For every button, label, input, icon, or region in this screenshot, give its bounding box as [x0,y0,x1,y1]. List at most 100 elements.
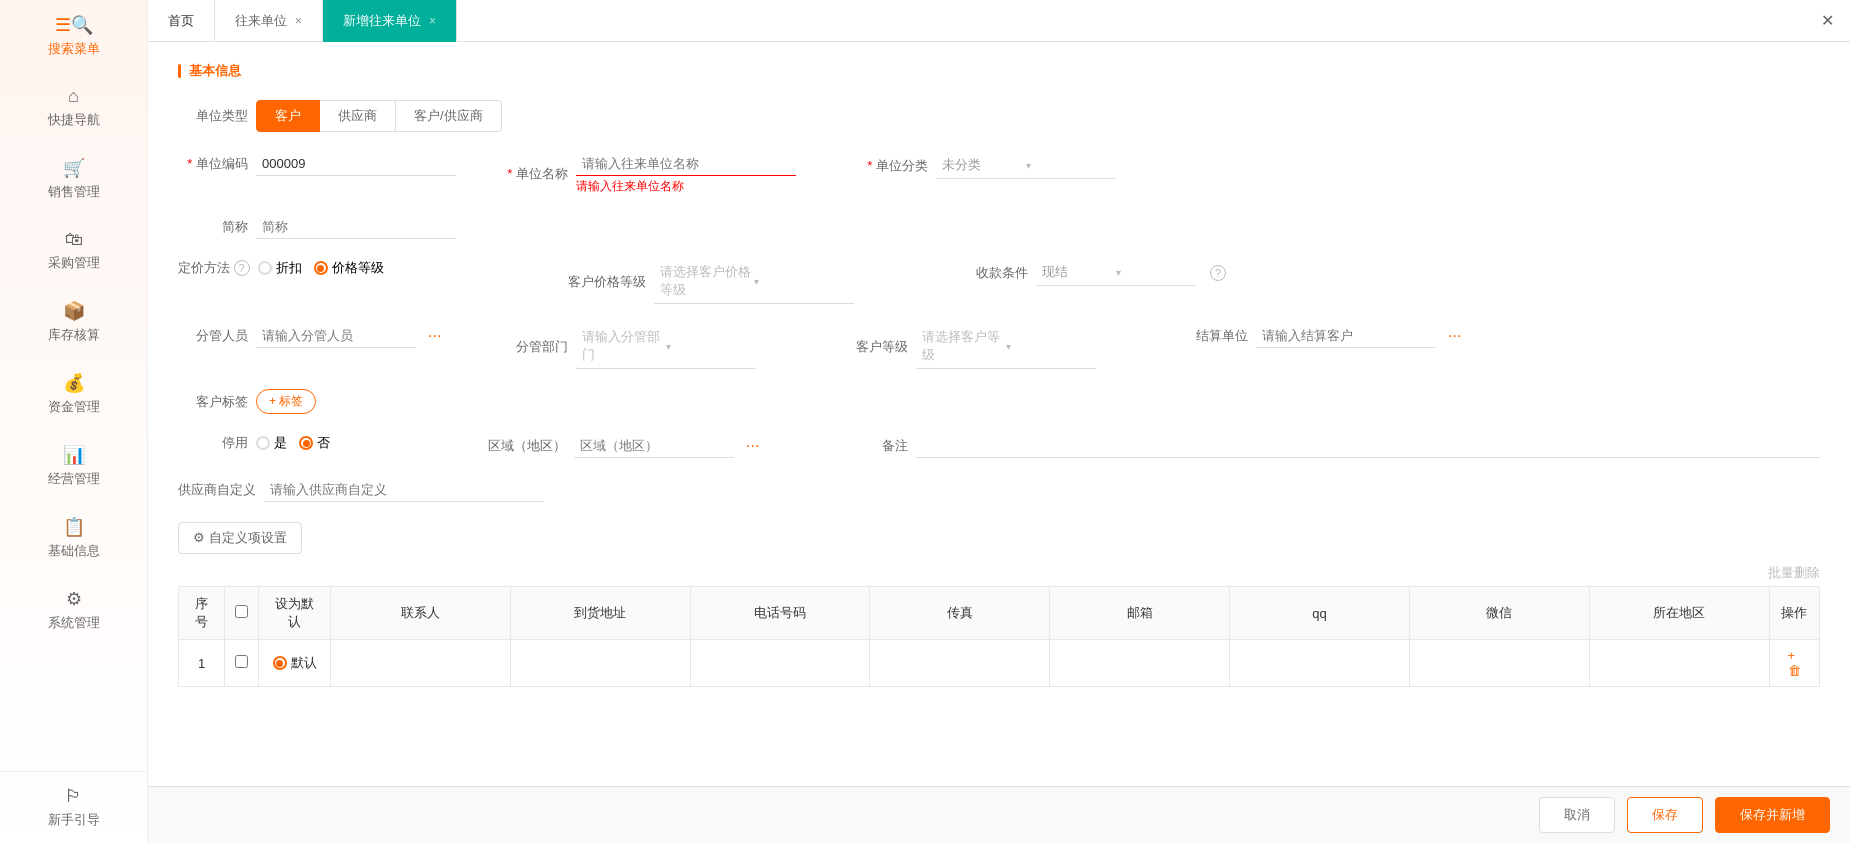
pricing-help-icon[interactable]: ? [234,260,250,276]
payment-terms-group: 收款条件 现结 ▾ ? [958,259,1820,286]
tab-partner-close[interactable]: × [295,14,302,28]
payment-help-icon[interactable]: ? [1210,265,1226,281]
td-email[interactable] [1050,640,1230,687]
short-name-input[interactable] [256,215,456,239]
td-contact[interactable] [330,640,510,687]
pricing-radio-discount[interactable]: 折扣 [258,259,302,277]
pricing-method-label: 定价方法 ? [178,259,250,277]
pricing-radio-group: 折扣 价格等级 [258,259,384,277]
department-select[interactable]: 请输入分管部门 ▾ [576,324,756,369]
disabled-radio-yes[interactable]: 是 [256,434,287,452]
pricing-radio-price-level[interactable]: 价格等级 [314,259,384,277]
main-area: 首页 往来单位 × 新增往来单位 × ✕ 基本信息 单位类型 客户 供应商 [148,0,1850,843]
qq-input[interactable] [1240,656,1399,671]
region-input[interactable] [574,434,734,458]
customer-price-level-select[interactable]: 请选择客户价格等级 ▾ [654,259,854,304]
sidebar-item-system[interactable]: ⚙ 系统管理 [0,574,147,646]
disabled-radio-no[interactable]: 否 [299,434,330,452]
td-qq[interactable] [1230,640,1410,687]
save-button[interactable]: 保存 [1627,797,1703,833]
supplier-custom-row: 供应商自定义 [178,478,1820,502]
unit-name-input[interactable] [576,152,796,176]
row-delete-btn[interactable]: 🗑 [1788,663,1801,678]
td-check[interactable] [225,640,259,687]
settlement-unit-input[interactable] [1256,324,1436,348]
address-input[interactable] [521,656,680,671]
td-fax[interactable] [870,640,1050,687]
row-checkbox[interactable] [235,655,248,668]
email-input[interactable] [1060,656,1219,671]
sidebar-item-basic-info[interactable]: 📋 基础信息 [0,502,147,574]
operations-icon: 📊 [63,444,85,466]
th-default: 设为默认 [259,587,331,640]
tab-new-partner-close[interactable]: × [429,14,436,28]
row-radio-circle [273,656,287,670]
th-checkbox[interactable] [235,605,248,618]
batch-delete-btn[interactable]: 批量删除 [178,564,1820,582]
sidebar-item-operations[interactable]: 📊 经营管理 [0,430,147,502]
td-region[interactable] [1589,640,1769,687]
manager-more-btn[interactable]: ··· [424,327,445,345]
td-phone[interactable] [690,640,870,687]
region-more-btn[interactable]: ··· [742,437,763,455]
disabled-radio-group: 是 否 [256,434,330,452]
unit-category-select[interactable]: 未分类 ▾ [936,152,1116,179]
row-default-radio[interactable]: 默认 [269,654,320,672]
unit-type-label: 单位类型 [178,107,248,125]
unit-category-group: * 单位分类 未分类 ▾ [858,152,1198,179]
tab-new-partner[interactable]: 新增往来单位 × [323,0,457,42]
td-address[interactable] [510,640,690,687]
pricing-row: 定价方法 ? 折扣 价格等级 客户价格等级 请选择客户价 [178,259,1820,304]
search-icon: ☰🔍 [55,14,93,36]
remark-input[interactable] [916,434,1820,458]
settlement-unit-label: 结算单位 [1178,327,1248,345]
cancel-button[interactable]: 取消 [1539,797,1615,833]
wechat-input[interactable] [1420,656,1579,671]
type-btn-supplier[interactable]: 供应商 [320,100,396,132]
phone-input[interactable] [701,656,860,671]
sidebar-item-sales[interactable]: 🛒 销售管理 [0,143,147,215]
th-qq: qq [1230,587,1410,640]
row-add-btn[interactable]: + [1788,648,1796,663]
region-col-input[interactable] [1600,656,1759,671]
payment-terms-select[interactable]: 现结 ▾ [1036,259,1196,286]
unit-name-group: * 单位名称 请输入往来单位名称 [498,152,858,195]
customer-level-select[interactable]: 请选择客户等级 ▾ [916,324,1096,369]
td-no: 1 [179,640,225,687]
sidebar-item-finance[interactable]: 💰 资金管理 [0,358,147,430]
contact-input[interactable] [341,656,500,671]
fax-input[interactable] [880,656,1039,671]
pricing-method-group: 定价方法 ? 折扣 价格等级 [178,259,538,277]
department-label: 分管部门 [498,338,568,356]
td-wechat[interactable] [1410,640,1590,687]
window-close-button[interactable]: ✕ [1805,11,1850,30]
sidebar-item-search[interactable]: ☰🔍 搜索菜单 [0,0,147,72]
th-region: 所在地区 [1589,587,1769,640]
add-tag-button[interactable]: + 标签 [256,389,316,414]
customer-tag-label: 客户标签 [178,393,248,411]
section-divider [178,64,181,78]
type-btn-customer[interactable]: 客户 [256,100,320,132]
tab-partner[interactable]: 往来单位 × [215,0,323,42]
sidebar-item-guide[interactable]: 🏳 新手引导 [0,771,147,843]
supplier-custom-input[interactable] [264,478,544,502]
sidebar-item-quicknav[interactable]: ⌂ 快捷导航 [0,72,147,143]
sidebar-item-purchase[interactable]: 🛍 采购管理 [0,215,147,286]
tab-home[interactable]: 首页 [148,0,215,42]
contacts-table: 序号 设为默认 联系人 到货地址 电话号码 传真 邮箱 qq 微信 所在地区 操… [178,586,1820,687]
unit-code-input[interactable] [256,152,456,176]
customer-level-label: 客户等级 [838,338,908,356]
sidebar-item-inventory[interactable]: 📦 库存核算 [0,286,147,358]
manager-input[interactable] [256,324,416,348]
department-group: 分管部门 请输入分管部门 ▾ [498,324,818,369]
settlement-more-btn[interactable]: ··· [1444,327,1465,345]
type-btn-both[interactable]: 客户/供应商 [396,100,502,132]
dept-caret: ▾ [666,341,750,352]
save-add-button[interactable]: 保存并新增 [1715,797,1830,833]
manager-label: 分管人员 [178,327,248,345]
td-operations: + 🗑 [1769,640,1819,687]
custom-settings-button[interactable]: ⚙ 自定义项设置 [178,522,302,554]
sales-icon: 🛒 [63,157,85,179]
unit-name-error: 请输入往来单位名称 [576,178,796,195]
section-title: 基本信息 [189,62,241,80]
